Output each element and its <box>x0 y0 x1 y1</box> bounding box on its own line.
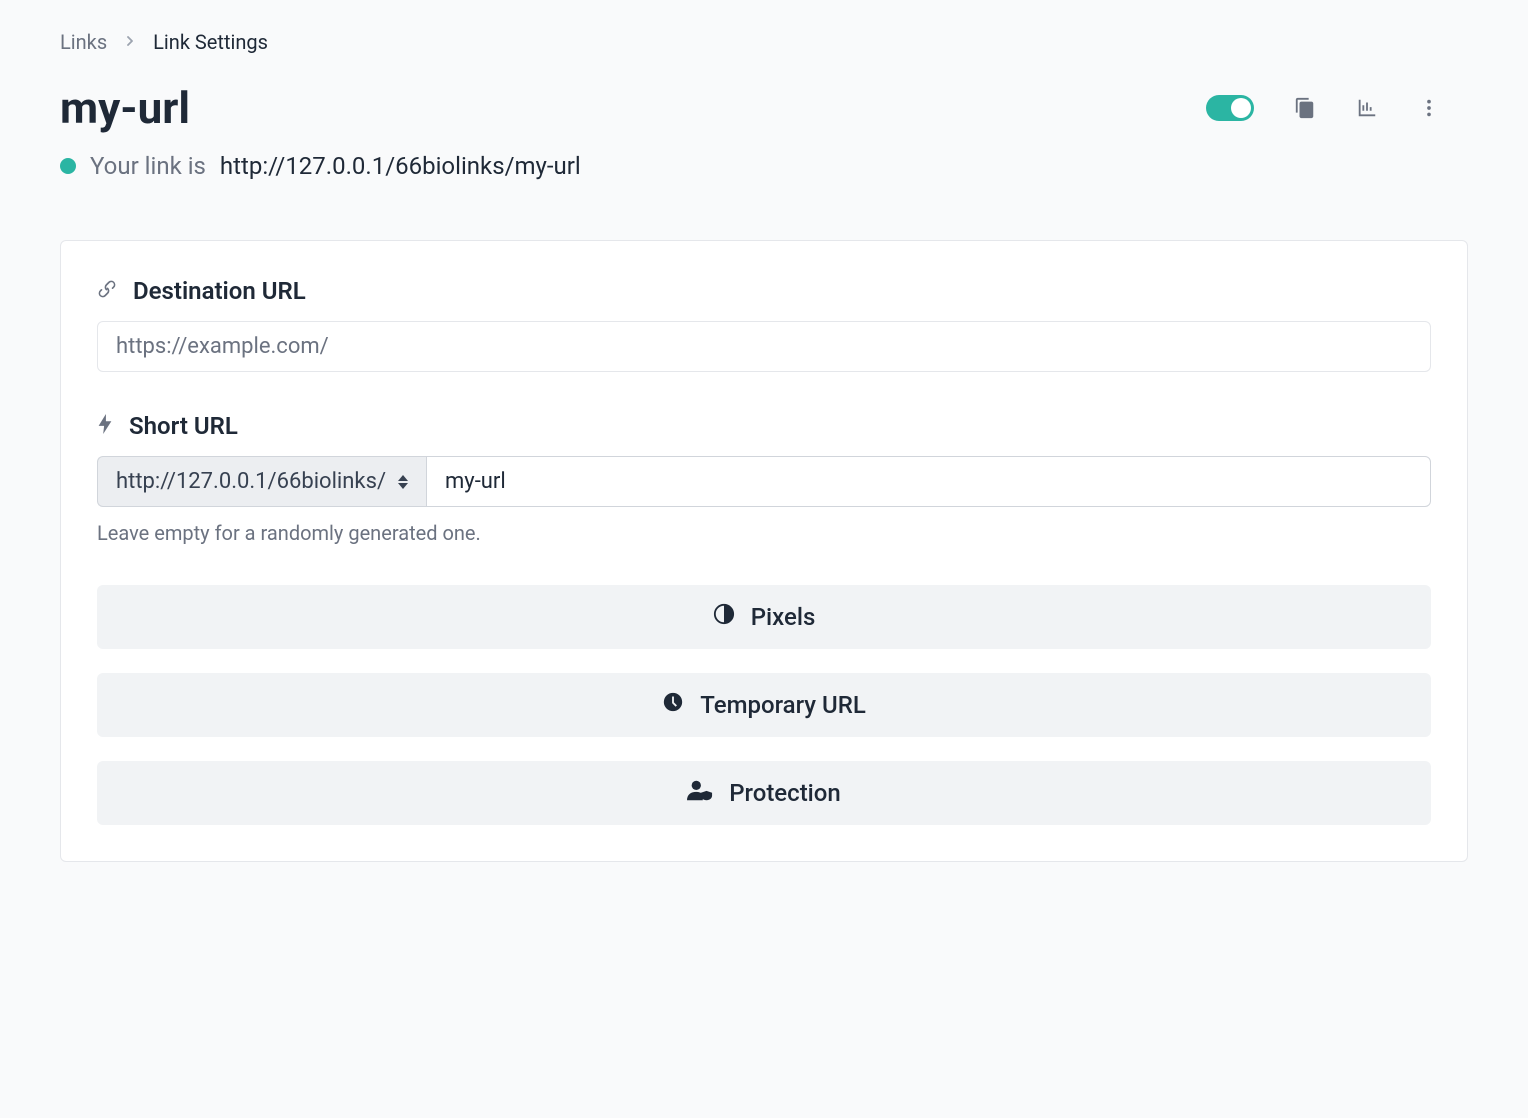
copy-icon[interactable] <box>1294 97 1316 119</box>
protection-accordion[interactable]: Protection <box>97 761 1431 825</box>
short-url-input-group: http://127.0.0.1/66biolinks/ <box>97 456 1431 507</box>
chevron-right-icon <box>125 34 135 50</box>
short-url-field: Short URL http://127.0.0.1/66biolinks/ L… <box>97 412 1431 545</box>
link-label: Your link is <box>90 152 206 180</box>
short-url-help: Leave empty for a randomly generated one… <box>97 521 1431 545</box>
temporary-url-label: Temporary URL <box>700 691 866 719</box>
destination-url-input[interactable] <box>97 321 1431 372</box>
destination-url-label: Destination URL <box>97 277 1431 305</box>
link-icon <box>97 277 117 305</box>
protection-label: Protection <box>729 779 841 807</box>
pixels-label: Pixels <box>751 603 816 631</box>
breadcrumb-current: Link Settings <box>153 30 268 54</box>
short-url-slug-input[interactable] <box>426 456 1431 507</box>
domain-select-value: http://127.0.0.1/66biolinks/ <box>116 469 386 494</box>
destination-url-field: Destination URL <box>97 277 1431 372</box>
statistics-icon[interactable] <box>1356 97 1378 119</box>
breadcrumb-parent[interactable]: Links <box>60 30 107 54</box>
more-menu-icon[interactable] <box>1418 97 1440 119</box>
short-url-label: Short URL <box>97 412 1431 440</box>
user-shield-icon <box>687 779 713 807</box>
settings-card: Destination URL Short URL http://127.0.0… <box>60 240 1468 862</box>
status-dot <box>60 158 76 174</box>
select-caret-icon <box>398 475 408 489</box>
breadcrumb: Links Link Settings <box>60 30 1468 54</box>
page-header: my-url <box>60 82 1468 134</box>
header-actions <box>1206 95 1468 121</box>
bolt-icon <box>97 412 113 440</box>
contrast-icon <box>713 603 735 631</box>
domain-select[interactable]: http://127.0.0.1/66biolinks/ <box>97 456 426 507</box>
link-url[interactable]: http://127.0.0.1/66biolinks/my-url <box>220 152 581 180</box>
page-title: my-url <box>60 82 190 134</box>
temporary-url-accordion[interactable]: Temporary URL <box>97 673 1431 737</box>
clock-icon <box>662 691 684 719</box>
enable-toggle[interactable] <box>1206 95 1254 121</box>
link-status-line: Your link is http://127.0.0.1/66biolinks… <box>60 152 1468 180</box>
pixels-accordion[interactable]: Pixels <box>97 585 1431 649</box>
